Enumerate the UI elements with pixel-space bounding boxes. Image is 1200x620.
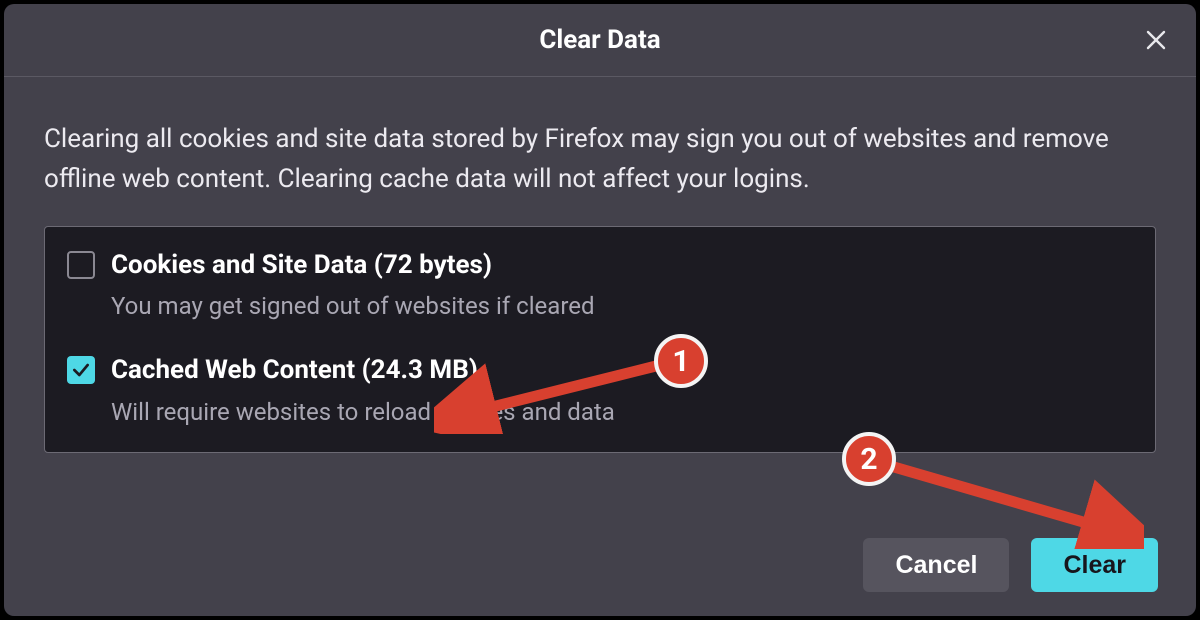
cache-label: Cached Web Content (24.3 MB)	[111, 354, 615, 388]
cache-text: Cached Web Content (24.3 MB) Will requir…	[111, 354, 615, 426]
cookies-label: Cookies and Site Data (72 bytes)	[111, 249, 595, 283]
annotation-arrow-2	[874, 449, 1144, 549]
cookies-text: Cookies and Site Data (72 bytes) You may…	[111, 249, 595, 321]
clear-button[interactable]: Clear	[1031, 538, 1158, 592]
cancel-button[interactable]: Cancel	[863, 538, 1009, 592]
option-cache: Cached Web Content (24.3 MB) Will requir…	[67, 354, 1133, 426]
cookies-checkbox[interactable]	[67, 251, 95, 279]
dialog-description: Clearing all cookies and site data store…	[44, 119, 1156, 200]
close-icon	[1144, 28, 1168, 52]
cache-checkbox[interactable]	[67, 356, 95, 384]
options-panel: Cookies and Site Data (72 bytes) You may…	[44, 226, 1156, 454]
dialog-titlebar: Clear Data	[4, 4, 1196, 77]
cookies-sublabel: You may get signed out of websites if cl…	[111, 292, 595, 320]
dialog-footer: Cancel Clear	[863, 538, 1158, 592]
dialog-title: Clear Data	[539, 25, 660, 55]
checkmark-icon	[71, 360, 91, 380]
close-button[interactable]	[1138, 22, 1174, 58]
dialog-body: Clearing all cookies and site data store…	[4, 77, 1196, 453]
clear-data-dialog: Clear Data Clearing all cookies and site…	[4, 4, 1196, 616]
option-cookies: Cookies and Site Data (72 bytes) You may…	[67, 249, 1133, 321]
cache-sublabel: Will require websites to reload images a…	[111, 398, 615, 426]
